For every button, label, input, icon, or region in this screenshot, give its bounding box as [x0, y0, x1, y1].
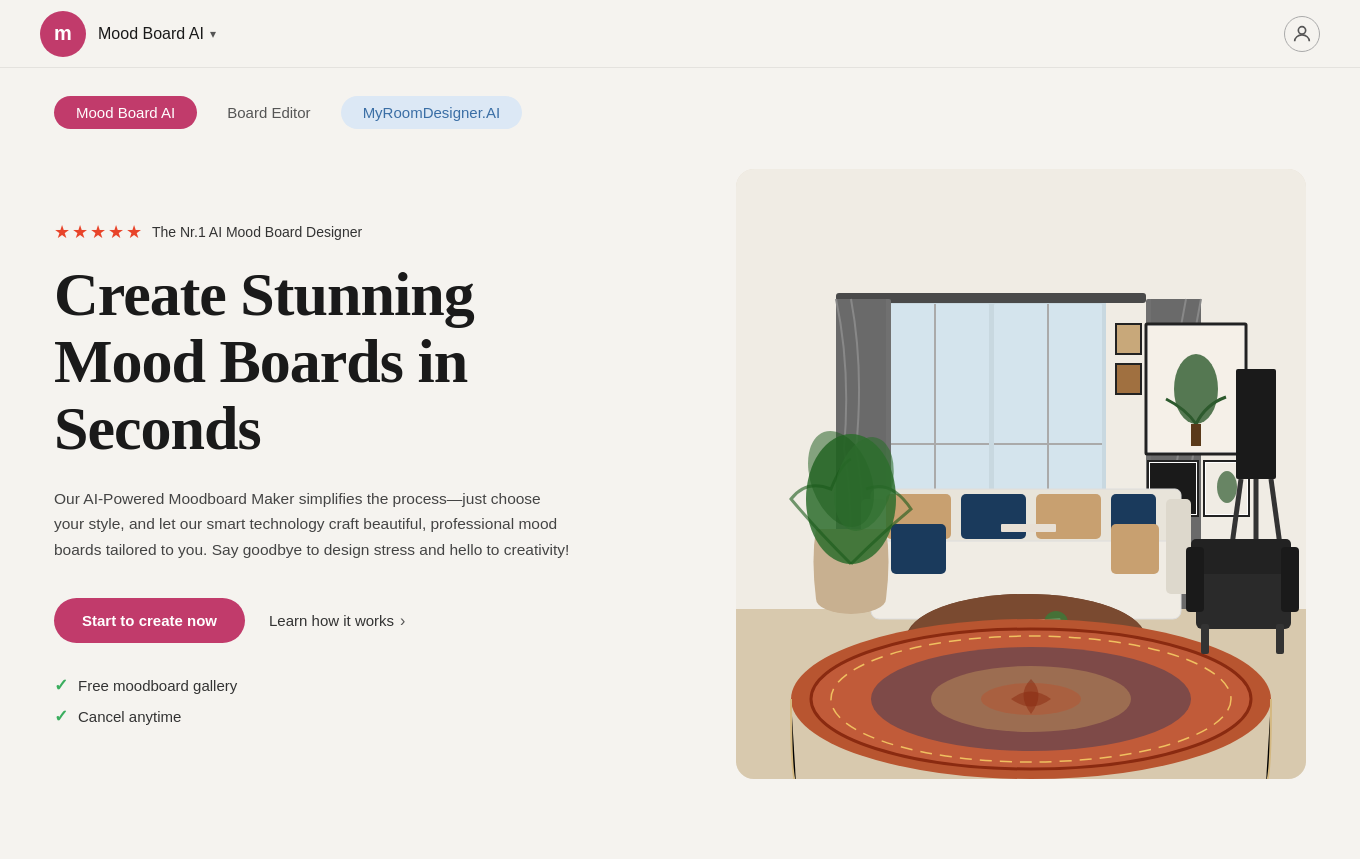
hero-title-line1: Create Stunning [54, 260, 474, 328]
user-account-icon[interactable] [1284, 16, 1320, 52]
cta-row: Start to create now Learn how it works › [54, 598, 614, 643]
svg-point-0 [1298, 26, 1305, 33]
svg-rect-37 [1036, 494, 1101, 539]
navbar: m Mood Board AI ▾ [0, 0, 1360, 68]
svg-rect-39 [891, 524, 946, 574]
tab-mood-board-ai[interactable]: Mood Board AI [54, 96, 197, 129]
hero-title-line2: Mood Boards in [54, 327, 467, 395]
stars-row: ★ ★ ★ ★ ★ The Nr.1 AI Mood Board Designe… [54, 221, 614, 243]
svg-rect-21 [1116, 364, 1141, 394]
learn-how-link[interactable]: Learn how it works › [269, 612, 405, 630]
perks-list: ✓ Free moodboard gallery ✓ Cancel anytim… [54, 675, 614, 727]
learn-how-text: Learn how it works [269, 612, 394, 629]
tab-myroom-designer[interactable]: MyRoomDesigner.AI [341, 96, 523, 129]
svg-rect-27 [1236, 369, 1276, 479]
svg-rect-69 [1276, 624, 1284, 654]
brand-label[interactable]: Mood Board AI ▾ [98, 25, 216, 43]
svg-rect-36 [961, 494, 1026, 539]
room-scene-svg [736, 169, 1306, 779]
brand-text: Mood Board AI [98, 25, 204, 43]
hero-description: Our AI-Powered Moodboard Maker simplifie… [54, 486, 574, 563]
star-3: ★ [90, 221, 106, 243]
star-5: ★ [126, 221, 142, 243]
star-2: ★ [72, 221, 88, 243]
svg-rect-60 [1281, 547, 1299, 612]
nav-right [1284, 16, 1320, 52]
room-image [736, 169, 1306, 779]
svg-rect-59 [1186, 547, 1204, 612]
perk-cancel-label: Cancel anytime [78, 708, 181, 725]
svg-rect-68 [1201, 624, 1209, 654]
rating-label: The Nr.1 AI Mood Board Designer [152, 224, 362, 240]
svg-rect-40 [1111, 524, 1159, 574]
nav-left: m Mood Board AI ▾ [40, 11, 216, 57]
hero-title-line3: Seconds [54, 394, 261, 462]
tabs-bar: Mood Board AI Board Editor MyRoomDesigne… [0, 68, 1360, 129]
perk-gallery-label: Free moodboard gallery [78, 677, 237, 694]
perk-cancel: ✓ Cancel anytime [54, 706, 614, 727]
tab-board-editor[interactable]: Board Editor [205, 96, 332, 129]
star-4: ★ [108, 221, 124, 243]
hero-right [680, 169, 1306, 779]
hero-title: Create Stunning Mood Boards in Seconds [54, 261, 614, 462]
svg-rect-19 [1191, 424, 1201, 446]
check-icon-cancel: ✓ [54, 706, 68, 727]
star-rating: ★ ★ ★ ★ ★ [54, 221, 142, 243]
start-create-button[interactable]: Start to create now [54, 598, 245, 643]
svg-point-18 [1174, 354, 1218, 424]
hero-left: ★ ★ ★ ★ ★ The Nr.1 AI Mood Board Designe… [54, 221, 614, 728]
check-icon-gallery: ✓ [54, 675, 68, 696]
logo[interactable]: m [40, 11, 86, 57]
brand-chevron: ▾ [210, 27, 216, 41]
svg-rect-41 [1001, 524, 1056, 532]
perk-gallery: ✓ Free moodboard gallery [54, 675, 614, 696]
svg-rect-58 [1191, 539, 1291, 574]
main-content: ★ ★ ★ ★ ★ The Nr.1 AI Mood Board Designe… [0, 129, 1360, 779]
svg-rect-20 [1116, 324, 1141, 354]
learn-how-arrow: › [400, 612, 405, 630]
svg-point-26 [1217, 471, 1237, 503]
star-1: ★ [54, 221, 70, 243]
